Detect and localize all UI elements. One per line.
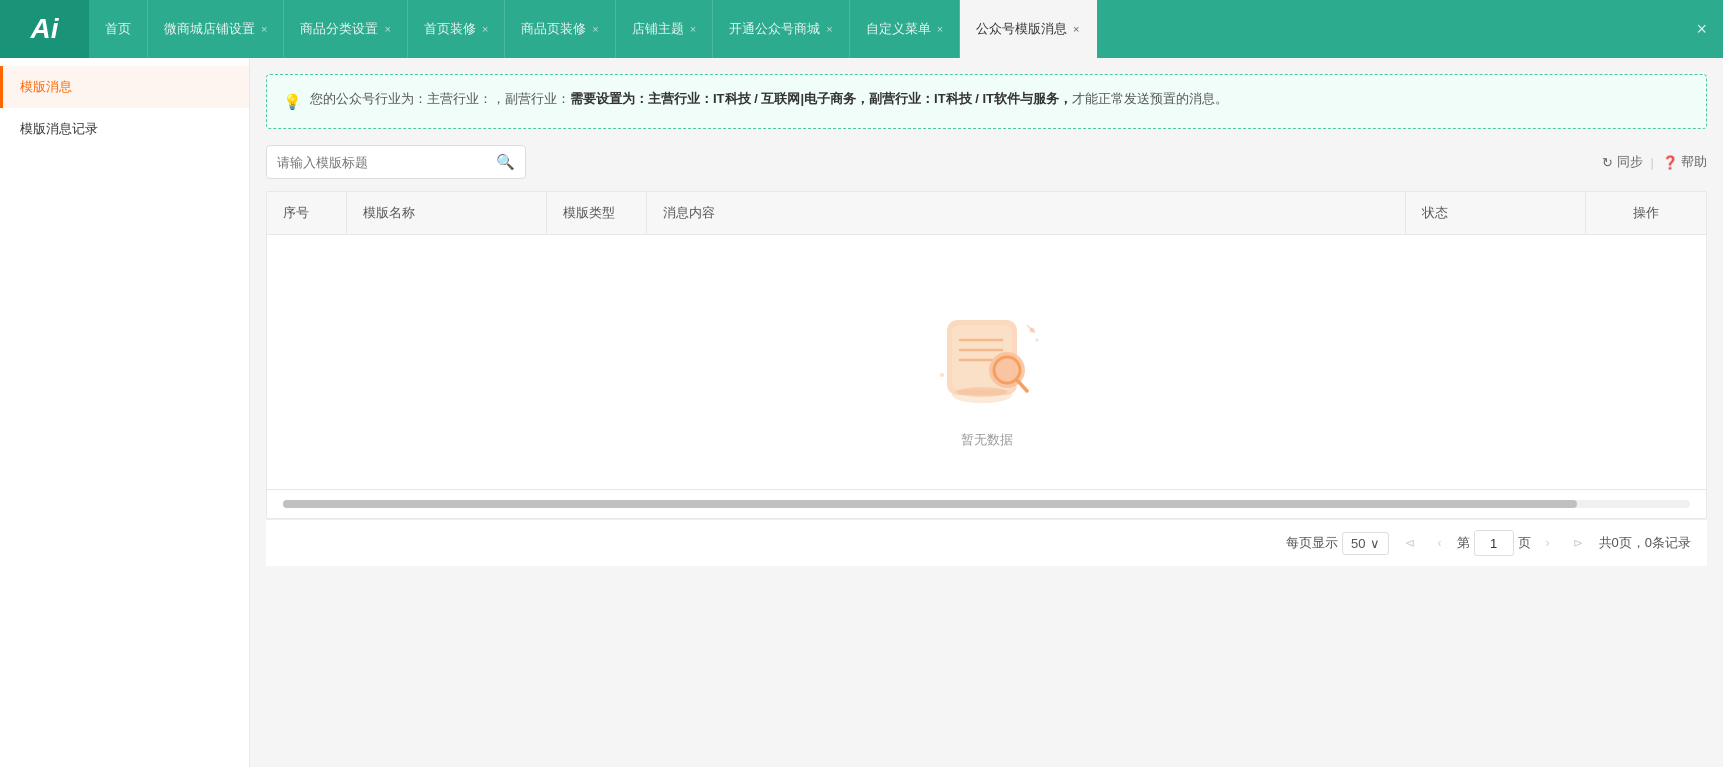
last-page-button[interactable]: ⊳ xyxy=(1565,530,1591,556)
empty-state-icon xyxy=(927,295,1047,415)
page-size-select: 每页显示 50 ∨ xyxy=(1286,532,1388,555)
app-logo: Ai xyxy=(0,0,89,58)
nav-tab-custom-menu[interactable]: 自定义菜单× xyxy=(850,0,960,58)
close-tab-custom-menu[interactable]: × xyxy=(937,23,943,35)
nav-tab-shop-settings[interactable]: 微商城店铺设置× xyxy=(148,0,284,58)
sync-label: 同步 xyxy=(1617,153,1643,171)
svg-point-12 xyxy=(940,373,944,377)
empty-text: 暂无数据 xyxy=(961,431,1013,449)
close-all-button[interactable]: × xyxy=(1680,19,1723,40)
nav-tabs: 首页微商城店铺设置×商品分类设置×首页装修×商品页装修×店铺主题×开通公众号商城… xyxy=(89,0,1680,58)
help-button[interactable]: ❓ 帮助 xyxy=(1662,153,1707,171)
nav-tab-template-message[interactable]: 公众号模版消息× xyxy=(960,0,1096,58)
col-header-action: 操作 xyxy=(1586,192,1706,234)
scrollbar-area xyxy=(267,489,1706,518)
close-tab-category-settings[interactable]: × xyxy=(384,23,390,35)
sidebar-item-template-msg-record[interactable]: 模版消息记录 xyxy=(0,108,249,150)
sync-button[interactable]: ↻ 同步 xyxy=(1602,153,1643,171)
help-icon: ❓ xyxy=(1662,155,1678,170)
first-page-button[interactable]: ⊲ xyxy=(1397,530,1423,556)
divider: | xyxy=(1651,155,1654,170)
page-size-value: 50 xyxy=(1351,536,1365,551)
top-nav: Ai 首页微商城店铺设置×商品分类设置×首页装修×商品页装修×店铺主题×开通公众… xyxy=(0,0,1723,58)
table-header: 序号 模版名称 模版类型 消息内容 状态 操作 xyxy=(267,192,1706,235)
page-number-input[interactable] xyxy=(1474,530,1514,556)
toolbar-right: ↻ 同步 | ❓ 帮助 xyxy=(1602,153,1707,171)
pagination: 每页显示 50 ∨ ⊲ ‹ 第 页 › ⊳ 共0页，0条记录 xyxy=(266,519,1707,566)
search-button[interactable]: 🔍 xyxy=(486,146,525,178)
sidebar: 模版消息模版消息记录 xyxy=(0,58,250,767)
notice-box: 💡 您的公众号行业为：主营行业：，副营行业：需要设置为：主营行业：IT科技 / … xyxy=(266,74,1707,129)
page-prefix: 第 xyxy=(1457,534,1470,552)
main-layout: 模版消息模版消息记录 💡 您的公众号行业为：主营行业：，副营行业：需要设置为：主… xyxy=(0,58,1723,767)
svg-line-8 xyxy=(1017,380,1027,391)
sync-icon: ↻ xyxy=(1602,155,1613,170)
content-area: 💡 您的公众号行业为：主营行业：，副营行业：需要设置为：主营行业：IT科技 / … xyxy=(250,58,1723,767)
close-tab-product-decoration[interactable]: × xyxy=(592,23,598,35)
notice-icon: 💡 xyxy=(283,90,302,114)
nav-tab-open-wechat-mall[interactable]: 开通公众号商城× xyxy=(713,0,849,58)
page-nav: ⊲ ‹ 第 页 › ⊳ xyxy=(1397,530,1591,556)
empty-state: 暂无数据 xyxy=(267,235,1706,489)
col-header-type: 模版类型 xyxy=(547,192,647,234)
dropdown-arrow-icon: ∨ xyxy=(1370,536,1380,551)
page-unit: 页 xyxy=(1518,534,1531,552)
total-info: 共0页，0条记录 xyxy=(1599,534,1691,552)
page-size-label: 每页显示 xyxy=(1286,534,1338,552)
nav-tab-category-settings[interactable]: 商品分类设置× xyxy=(284,0,407,58)
help-label: 帮助 xyxy=(1681,153,1707,171)
nav-tab-home[interactable]: 首页 xyxy=(89,0,148,58)
close-tab-homepage-decoration[interactable]: × xyxy=(482,23,488,35)
notice-text: 您的公众号行业为：主营行业：，副营行业：需要设置为：主营行业：IT科技 / 互联… xyxy=(310,89,1228,110)
horizontal-scrollbar[interactable] xyxy=(283,500,1690,508)
close-tab-shop-theme[interactable]: × xyxy=(690,23,696,35)
table-container: 序号 模版名称 模版类型 消息内容 状态 操作 xyxy=(266,191,1707,519)
close-tab-open-wechat-mall[interactable]: × xyxy=(826,23,832,35)
page-size-dropdown[interactable]: 50 ∨ xyxy=(1342,532,1388,555)
col-header-status: 状态 xyxy=(1406,192,1586,234)
next-page-button[interactable]: › xyxy=(1535,530,1561,556)
sidebar-item-template-msg[interactable]: 模版消息 xyxy=(0,66,249,108)
col-header-name: 模版名称 xyxy=(347,192,547,234)
close-tab-template-message[interactable]: × xyxy=(1073,23,1079,35)
col-header-seq: 序号 xyxy=(267,192,347,234)
col-header-content: 消息内容 xyxy=(647,192,1406,234)
search-input[interactable] xyxy=(267,148,486,177)
svg-point-9 xyxy=(957,387,1007,397)
nav-tab-product-decoration[interactable]: 商品页装修× xyxy=(505,0,615,58)
toolbar: 🔍 ↻ 同步 | ❓ 帮助 xyxy=(266,145,1707,179)
scrollbar-thumb xyxy=(283,500,1577,508)
nav-tab-homepage-decoration[interactable]: 首页装修× xyxy=(408,0,505,58)
search-group: 🔍 xyxy=(266,145,526,179)
svg-point-11 xyxy=(1035,339,1038,342)
prev-page-button[interactable]: ‹ xyxy=(1427,530,1453,556)
close-tab-shop-settings[interactable]: × xyxy=(261,23,267,35)
nav-tab-shop-theme[interactable]: 店铺主题× xyxy=(616,0,713,58)
